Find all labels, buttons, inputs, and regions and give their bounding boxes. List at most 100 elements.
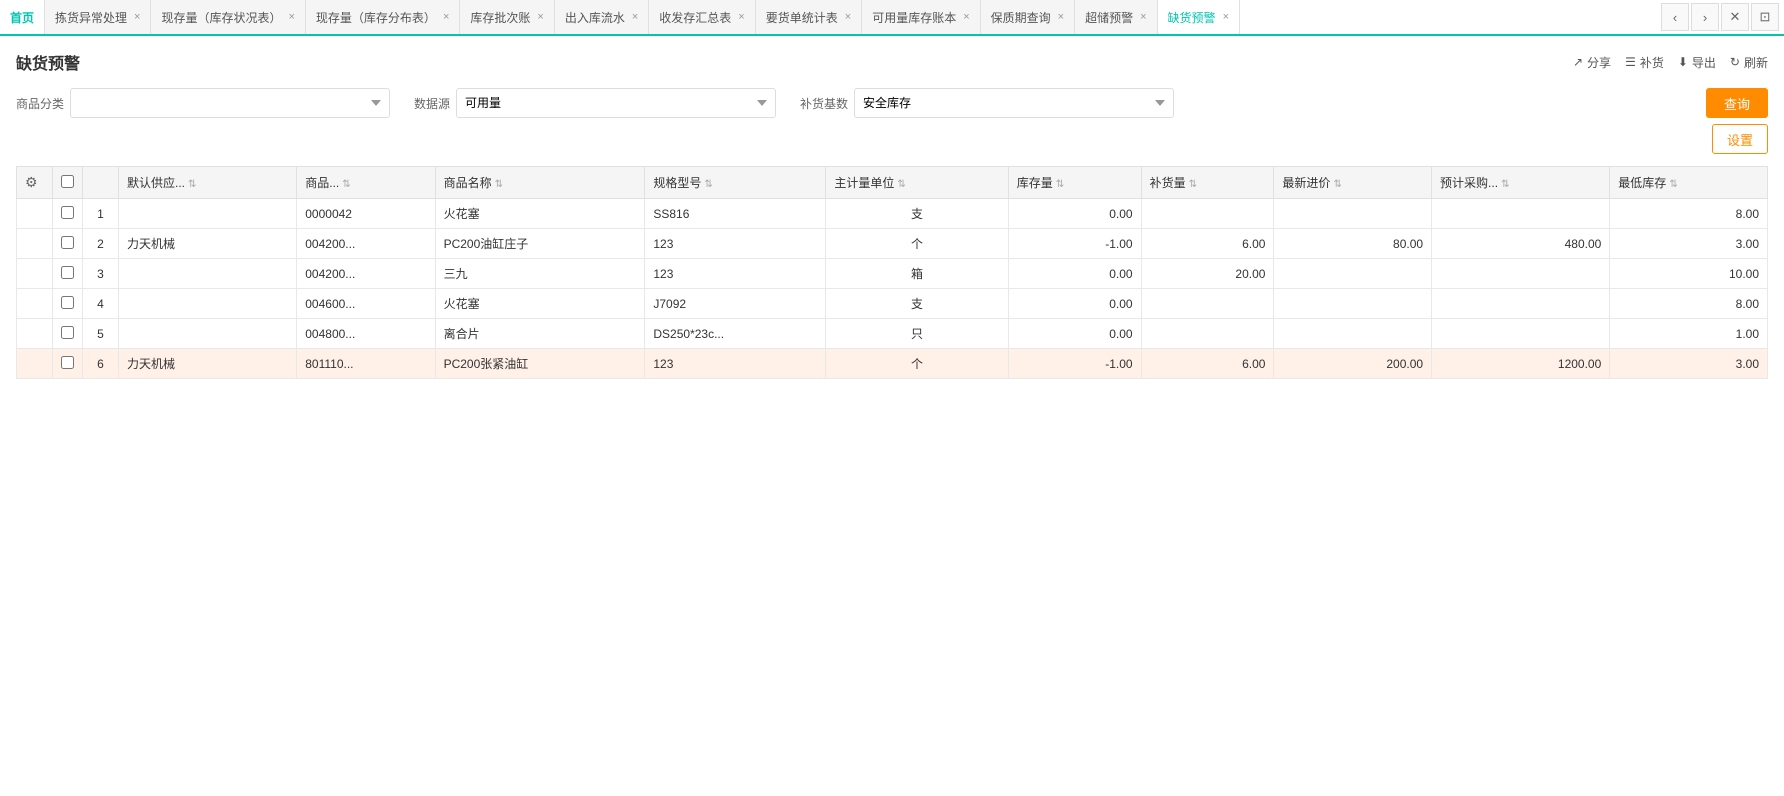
nav-controls: ‹ › ✕ ⊡ [1660, 3, 1784, 31]
share-button[interactable]: ↗ 分享 [1573, 54, 1611, 71]
datasource-label: 数据源 [414, 95, 450, 112]
th-min-stock[interactable]: 最低库存⇅ [1610, 167, 1768, 199]
tab-shortage[interactable]: 缺货预警 × [1158, 0, 1240, 36]
tab-shortage-label: 缺货预警 [1168, 9, 1216, 26]
tab-picking[interactable]: 拣货异常处理 × [45, 0, 151, 35]
th-restock[interactable]: 补货量⇅ [1141, 167, 1274, 199]
th-stock[interactable]: 库存量⇅ [1008, 167, 1141, 199]
row-spec-cell: 123 [645, 229, 826, 259]
th-sku[interactable]: 商品...⇅ [297, 167, 435, 199]
refresh-icon: ↻ [1730, 55, 1740, 69]
tab-overstock-label: 超储预警 [1085, 9, 1133, 26]
table-row[interactable]: 2力天机械004200...PC200油缸庄子123个-1.006.0080.0… [17, 229, 1768, 259]
tab-available[interactable]: 可用量库存账本 × [862, 0, 980, 35]
row-restock-cell [1141, 319, 1274, 349]
restock-base-select[interactable]: 安全库存 [854, 88, 1174, 118]
row-sku-cell: 004600... [297, 289, 435, 319]
th-est-purchase[interactable]: 预计采购...⇅ [1432, 167, 1610, 199]
row-restock-cell: 6.00 [1141, 229, 1274, 259]
settings-button[interactable]: 设置 [1712, 124, 1768, 154]
tab-shortage-close[interactable]: × [1223, 11, 1229, 23]
page-title: 缺货预警 [16, 50, 80, 74]
th-supplier[interactable]: 默认供应...⇅ [119, 167, 297, 199]
export-button[interactable]: ⬇ 导出 [1678, 54, 1716, 71]
row-checkbox-2[interactable] [61, 266, 74, 279]
tab-stock-dist[interactable]: 现存量（库存分布表） × [306, 0, 460, 35]
table-row[interactable]: 4004600...火花塞J7092支0.008.00 [17, 289, 1768, 319]
th-name[interactable]: 商品名称⇅ [435, 167, 645, 199]
select-all-checkbox[interactable] [61, 175, 74, 188]
row-min-stock-cell: 3.00 [1610, 229, 1768, 259]
row-check-cell [53, 349, 83, 379]
tab-summary[interactable]: 收发存汇总表 × [649, 0, 755, 35]
row-sku-cell: 004800... [297, 319, 435, 349]
row-latest-price-cell: 200.00 [1274, 349, 1432, 379]
tab-picking-close[interactable]: × [134, 11, 140, 23]
nav-close-btn[interactable]: ✕ [1721, 3, 1749, 31]
row-checkbox-3[interactable] [61, 296, 74, 309]
tab-batch-close[interactable]: × [537, 11, 543, 23]
tab-expiry[interactable]: 保质期查询 × [981, 0, 1075, 35]
row-est-purchase-cell: 480.00 [1432, 229, 1610, 259]
th-spec[interactable]: 规格型号⇅ [645, 167, 826, 199]
restock-button[interactable]: ☰ 补货 [1625, 54, 1664, 71]
table-row[interactable]: 3004200...三九123箱0.0020.0010.00 [17, 259, 1768, 289]
table-row[interactable]: 5004800...离合片DS250*23c...只0.001.00 [17, 319, 1768, 349]
sort-est-purchase-icon: ⇅ [1501, 179, 1509, 190]
refresh-button[interactable]: ↻ 刷新 [1730, 54, 1768, 71]
th-unit[interactable]: 主计量单位⇅ [826, 167, 1008, 199]
restock-base-label: 补货基数 [800, 95, 848, 112]
tab-stock-dist-close[interactable]: × [443, 11, 449, 23]
row-supplier-cell [119, 259, 297, 289]
tab-home-label: 首页 [10, 9, 34, 26]
row-sku-cell: 0000042 [297, 199, 435, 229]
row-sku-cell: 004200... [297, 259, 435, 289]
tab-demand[interactable]: 要货单统计表 × [756, 0, 862, 35]
row-unit-cell: 箱 [826, 259, 1008, 289]
table-row[interactable]: 6力天机械801110...PC200张紧油缸123个-1.006.00200.… [17, 349, 1768, 379]
nav-expand-btn[interactable]: ⊡ [1751, 3, 1779, 31]
row-index-cell: 2 [83, 229, 119, 259]
tab-overstock-close[interactable]: × [1140, 11, 1146, 23]
row-settings-cell [17, 349, 53, 379]
tab-expiry-close[interactable]: × [1058, 11, 1064, 23]
row-checkbox-0[interactable] [61, 206, 74, 219]
nav-next-btn[interactable]: › [1691, 3, 1719, 31]
row-unit-cell: 支 [826, 289, 1008, 319]
tab-summary-close[interactable]: × [738, 11, 744, 23]
table-row[interactable]: 10000042火花塞SS816支0.008.00 [17, 199, 1768, 229]
page-header: 缺货预警 ↗ 分享 ☰ 补货 ⬇ 导出 ↻ 刷新 [16, 50, 1768, 74]
row-checkbox-1[interactable] [61, 236, 74, 249]
settings-icon[interactable]: ⚙ [25, 174, 38, 190]
th-latest-price[interactable]: 最新进价⇅ [1274, 167, 1432, 199]
tab-stock-status[interactable]: 现存量（库存状况表） × [151, 0, 305, 35]
nav-prev-btn[interactable]: ‹ [1661, 3, 1689, 31]
row-settings-cell [17, 259, 53, 289]
row-est-purchase-cell: 1200.00 [1432, 349, 1610, 379]
tab-flow[interactable]: 出入库流水 × [555, 0, 649, 35]
row-check-cell [53, 259, 83, 289]
tab-overstock[interactable]: 超储预警 × [1075, 0, 1157, 35]
row-unit-cell: 个 [826, 229, 1008, 259]
row-latest-price-cell [1274, 319, 1432, 349]
query-button[interactable]: 查询 [1706, 88, 1768, 118]
row-checkbox-4[interactable] [61, 326, 74, 339]
tab-home[interactable]: 首页 [0, 0, 45, 35]
row-settings-cell [17, 199, 53, 229]
category-select[interactable] [70, 88, 390, 118]
tab-stock-status-close[interactable]: × [288, 11, 294, 23]
category-filter-group: 商品分类 [16, 88, 390, 118]
th-settings[interactable]: ⚙ [17, 167, 53, 199]
row-stock-cell: 0.00 [1008, 259, 1141, 289]
row-checkbox-5[interactable] [61, 356, 74, 369]
tab-flow-close[interactable]: × [632, 11, 638, 23]
datasource-select[interactable]: 可用量 [456, 88, 776, 118]
row-name-cell: 火花塞 [435, 289, 645, 319]
sort-latest-price-icon: ⇅ [1333, 179, 1341, 190]
tab-batch[interactable]: 库存批次账 × [460, 0, 554, 35]
sort-name-icon: ⇅ [495, 179, 503, 190]
tab-demand-close[interactable]: × [845, 11, 851, 23]
page-content: 缺货预警 ↗ 分享 ☰ 补货 ⬇ 导出 ↻ 刷新 商品分类 [0, 36, 1784, 796]
tab-available-close[interactable]: × [963, 11, 969, 23]
row-index-cell: 3 [83, 259, 119, 289]
